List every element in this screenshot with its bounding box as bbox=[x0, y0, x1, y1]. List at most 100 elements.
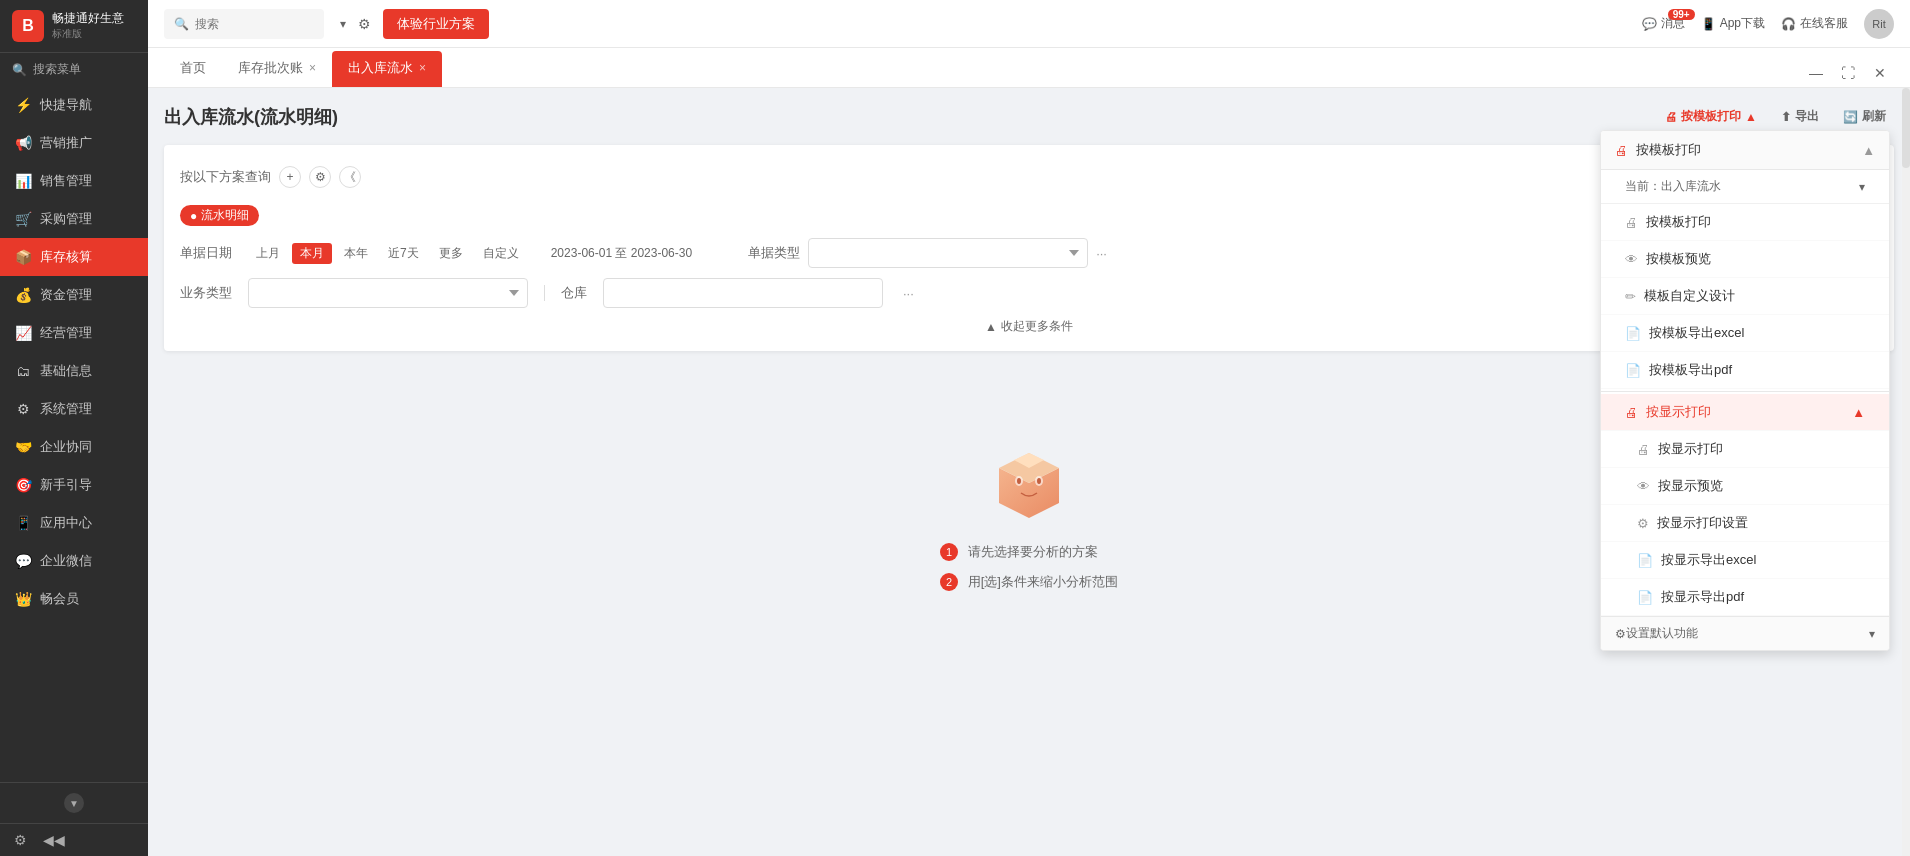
empty-tip-2: 2 用[选]条件来缩小分析范围 bbox=[940, 569, 1118, 595]
sidebar-item-marketing[interactable]: 📢 营销推广 bbox=[0, 124, 148, 162]
empty-tip-2-text: 用[选]条件来缩小分析范围 bbox=[968, 574, 1118, 589]
tab-flow[interactable]: 出入库流水 × bbox=[332, 51, 442, 87]
chevron-up-icon: ▲ bbox=[1745, 110, 1757, 124]
inventory-icon: 📦 bbox=[14, 248, 32, 266]
app-download-badge[interactable]: 📱 App下载 bbox=[1701, 15, 1765, 32]
doc-type-label: 单据类型 bbox=[748, 244, 800, 262]
tab-home[interactable]: 首页 bbox=[164, 51, 222, 87]
date-more-btn[interactable]: 更多 bbox=[431, 243, 471, 264]
sidebar-item-basic[interactable]: 🗂 基础信息 bbox=[0, 352, 148, 390]
customer-service-badge[interactable]: 🎧 在线客服 bbox=[1781, 15, 1848, 32]
industry-btn[interactable]: 体验行业方案 bbox=[383, 9, 489, 39]
sidebar-item-apps[interactable]: 📱 应用中心 bbox=[0, 504, 148, 542]
tab-flow-close[interactable]: × bbox=[419, 61, 426, 75]
top-search-input[interactable] bbox=[195, 17, 314, 31]
doc-type-select[interactable] bbox=[808, 238, 1088, 268]
collapse-sidebar-icon[interactable]: ◀◀ bbox=[43, 832, 65, 848]
sidebar-item-inventory[interactable]: 📦 库存核算 bbox=[0, 238, 148, 276]
filter-settings-btn[interactable]: ⚙ bbox=[309, 166, 331, 188]
operation-icon: 📈 bbox=[14, 324, 32, 342]
sidebar-item-operation[interactable]: 📈 经营管理 bbox=[0, 314, 148, 352]
app-download-label: App下载 bbox=[1720, 15, 1765, 32]
dropdown-item-template-design[interactable]: ✏ 模板自定义设计 bbox=[1601, 278, 1889, 315]
sidebar-item-label: 企业协同 bbox=[40, 438, 92, 456]
date-last-month-btn[interactable]: 上月 bbox=[248, 243, 288, 264]
sidebar-item-member[interactable]: 👑 畅会员 bbox=[0, 580, 148, 618]
tab-batch[interactable]: 库存批次账 × bbox=[222, 51, 332, 87]
gear-icon[interactable]: ⚙ bbox=[358, 16, 371, 32]
dropdown-item-template-export-pdf[interactable]: 📄 按模板导出pdf bbox=[1601, 352, 1889, 389]
dropdown-item-template-export-excel[interactable]: 📄 按模板导出excel bbox=[1601, 315, 1889, 352]
chevron-down-icon: ▾ bbox=[1859, 180, 1865, 194]
dropdown-title: 按模板打印 bbox=[1636, 141, 1701, 159]
tab-maximize-btn[interactable]: ⛶ bbox=[1834, 59, 1862, 87]
dropdown-item-label: 按模板打印 bbox=[1646, 213, 1711, 231]
sidebar-scroll-down-btn[interactable]: ▼ bbox=[64, 793, 84, 813]
refresh-btn[interactable]: 🔄 刷新 bbox=[1835, 104, 1894, 129]
collapse-more-btn[interactable]: ▲ 收起更多条件 bbox=[985, 318, 1073, 335]
dropdown-item-label: 按显示预览 bbox=[1658, 477, 1723, 495]
dropdown-item-template-print[interactable]: 🖨 按模板打印 bbox=[1601, 204, 1889, 241]
tip-number-2: 2 bbox=[940, 573, 958, 591]
dropdown-set-default-btn[interactable]: ⚙ 设置默认功能 ▾ bbox=[1601, 616, 1889, 650]
filter-collapse-btn[interactable]: 《 bbox=[339, 166, 361, 188]
flow-icon: ● bbox=[190, 209, 197, 223]
tab-batch-close[interactable]: × bbox=[309, 61, 316, 75]
dropdown-item-display-export-pdf[interactable]: 📄 按显示导出pdf bbox=[1601, 579, 1889, 616]
print-template-btn[interactable]: 🖨 按模板打印 ▲ bbox=[1657, 104, 1765, 129]
dropdown-item-display-print[interactable]: 🖨 按显示打印 bbox=[1601, 431, 1889, 468]
sidebar-item-wechat[interactable]: 💬 企业微信 bbox=[0, 542, 148, 580]
download-icon: 📱 bbox=[1701, 17, 1716, 31]
filter-add-btn[interactable]: + bbox=[279, 166, 301, 188]
sidebar-item-quick-nav[interactable]: ⚡ 快捷导航 bbox=[0, 86, 148, 124]
scrollbar-thumb[interactable] bbox=[1902, 88, 1910, 168]
date-custom-btn[interactable]: 自定义 bbox=[475, 243, 527, 264]
dropdown-item-display-print-settings[interactable]: ⚙ 按显示打印设置 bbox=[1601, 505, 1889, 542]
design-icon: ✏ bbox=[1625, 289, 1636, 304]
date-this-year-btn[interactable]: 本年 bbox=[336, 243, 376, 264]
dropdown-section-display-print[interactable]: 🖨 按显示打印 ▲ bbox=[1601, 394, 1889, 431]
business-type-select[interactable] bbox=[248, 278, 528, 308]
sidebar-item-label: 新手引导 bbox=[40, 476, 92, 494]
sidebar-item-collab[interactable]: 🤝 企业协同 bbox=[0, 428, 148, 466]
message-icon: 💬 bbox=[1642, 17, 1657, 31]
message-badge[interactable]: 💬 消息 99+ bbox=[1642, 15, 1685, 32]
settings-icon[interactable]: ⚙ bbox=[14, 832, 27, 848]
sidebar-item-purchase[interactable]: 🛒 采购管理 bbox=[0, 200, 148, 238]
date-this-month-btn[interactable]: 本月 bbox=[292, 243, 332, 264]
date-shortcuts: 上月 本月 本年 近7天 更多 自定义 bbox=[248, 243, 527, 264]
top-search-box[interactable]: 🔍 bbox=[164, 9, 324, 39]
dropdown-collapse-btn[interactable]: ▲ bbox=[1862, 143, 1875, 158]
export-btn[interactable]: ⬆ 导出 bbox=[1773, 104, 1827, 129]
top-dropdown[interactable]: ▾ bbox=[336, 17, 346, 31]
sidebar-item-sales[interactable]: 📊 销售管理 bbox=[0, 162, 148, 200]
user-avatar[interactable]: Rit bbox=[1864, 9, 1894, 39]
dropdown-divider bbox=[1601, 391, 1889, 392]
sidebar-item-label: 采购管理 bbox=[40, 210, 92, 228]
tab-minimize-btn[interactable]: — bbox=[1802, 59, 1830, 87]
dropdown-item-template-preview[interactable]: 👁 按模板预览 bbox=[1601, 241, 1889, 278]
doc-type-more-icon[interactable]: ··· bbox=[1096, 246, 1107, 261]
empty-tip-1: 1 请先选择要分析的方案 bbox=[940, 539, 1098, 565]
finance-icon: 💰 bbox=[14, 286, 32, 304]
sidebar-item-label: 基础信息 bbox=[40, 362, 92, 380]
dropdown-header-icon: 🖨 bbox=[1615, 143, 1628, 158]
sidebar-item-label: 库存核算 bbox=[40, 248, 92, 266]
sidebar-item-system[interactable]: ⚙ 系统管理 bbox=[0, 390, 148, 428]
sidebar-item-guide[interactable]: 🎯 新手引导 bbox=[0, 466, 148, 504]
sidebar-item-finance[interactable]: 💰 资金管理 bbox=[0, 276, 148, 314]
warehouse-more-icon[interactable]: ··· bbox=[903, 286, 914, 301]
tab-close-btn[interactable]: ✕ bbox=[1866, 59, 1894, 87]
dropdown-item-label: 模板自定义设计 bbox=[1644, 287, 1735, 305]
top-bar: 🔍 ▾ ⚙ 体验行业方案 💬 消息 99+ 📱 App下载 🎧 在线客服 bbox=[148, 0, 1910, 48]
dropdown-item-display-preview[interactable]: 👁 按显示预览 bbox=[1601, 468, 1889, 505]
warehouse-input[interactable] bbox=[603, 278, 883, 308]
dropdown-item-display-export-excel[interactable]: 📄 按显示导出excel bbox=[1601, 542, 1889, 579]
user-name: Rit bbox=[1872, 18, 1885, 30]
scrollbar-track[interactable] bbox=[1902, 88, 1910, 856]
page-title: 出入库流水(流水明细) bbox=[164, 105, 338, 129]
sidebar-item-label: 销售管理 bbox=[40, 172, 92, 190]
search-menu-item[interactable]: 🔍 搜索菜单 bbox=[0, 53, 148, 86]
date-last-7-btn[interactable]: 近7天 bbox=[380, 243, 427, 264]
sidebar-item-label: 畅会员 bbox=[40, 590, 79, 608]
